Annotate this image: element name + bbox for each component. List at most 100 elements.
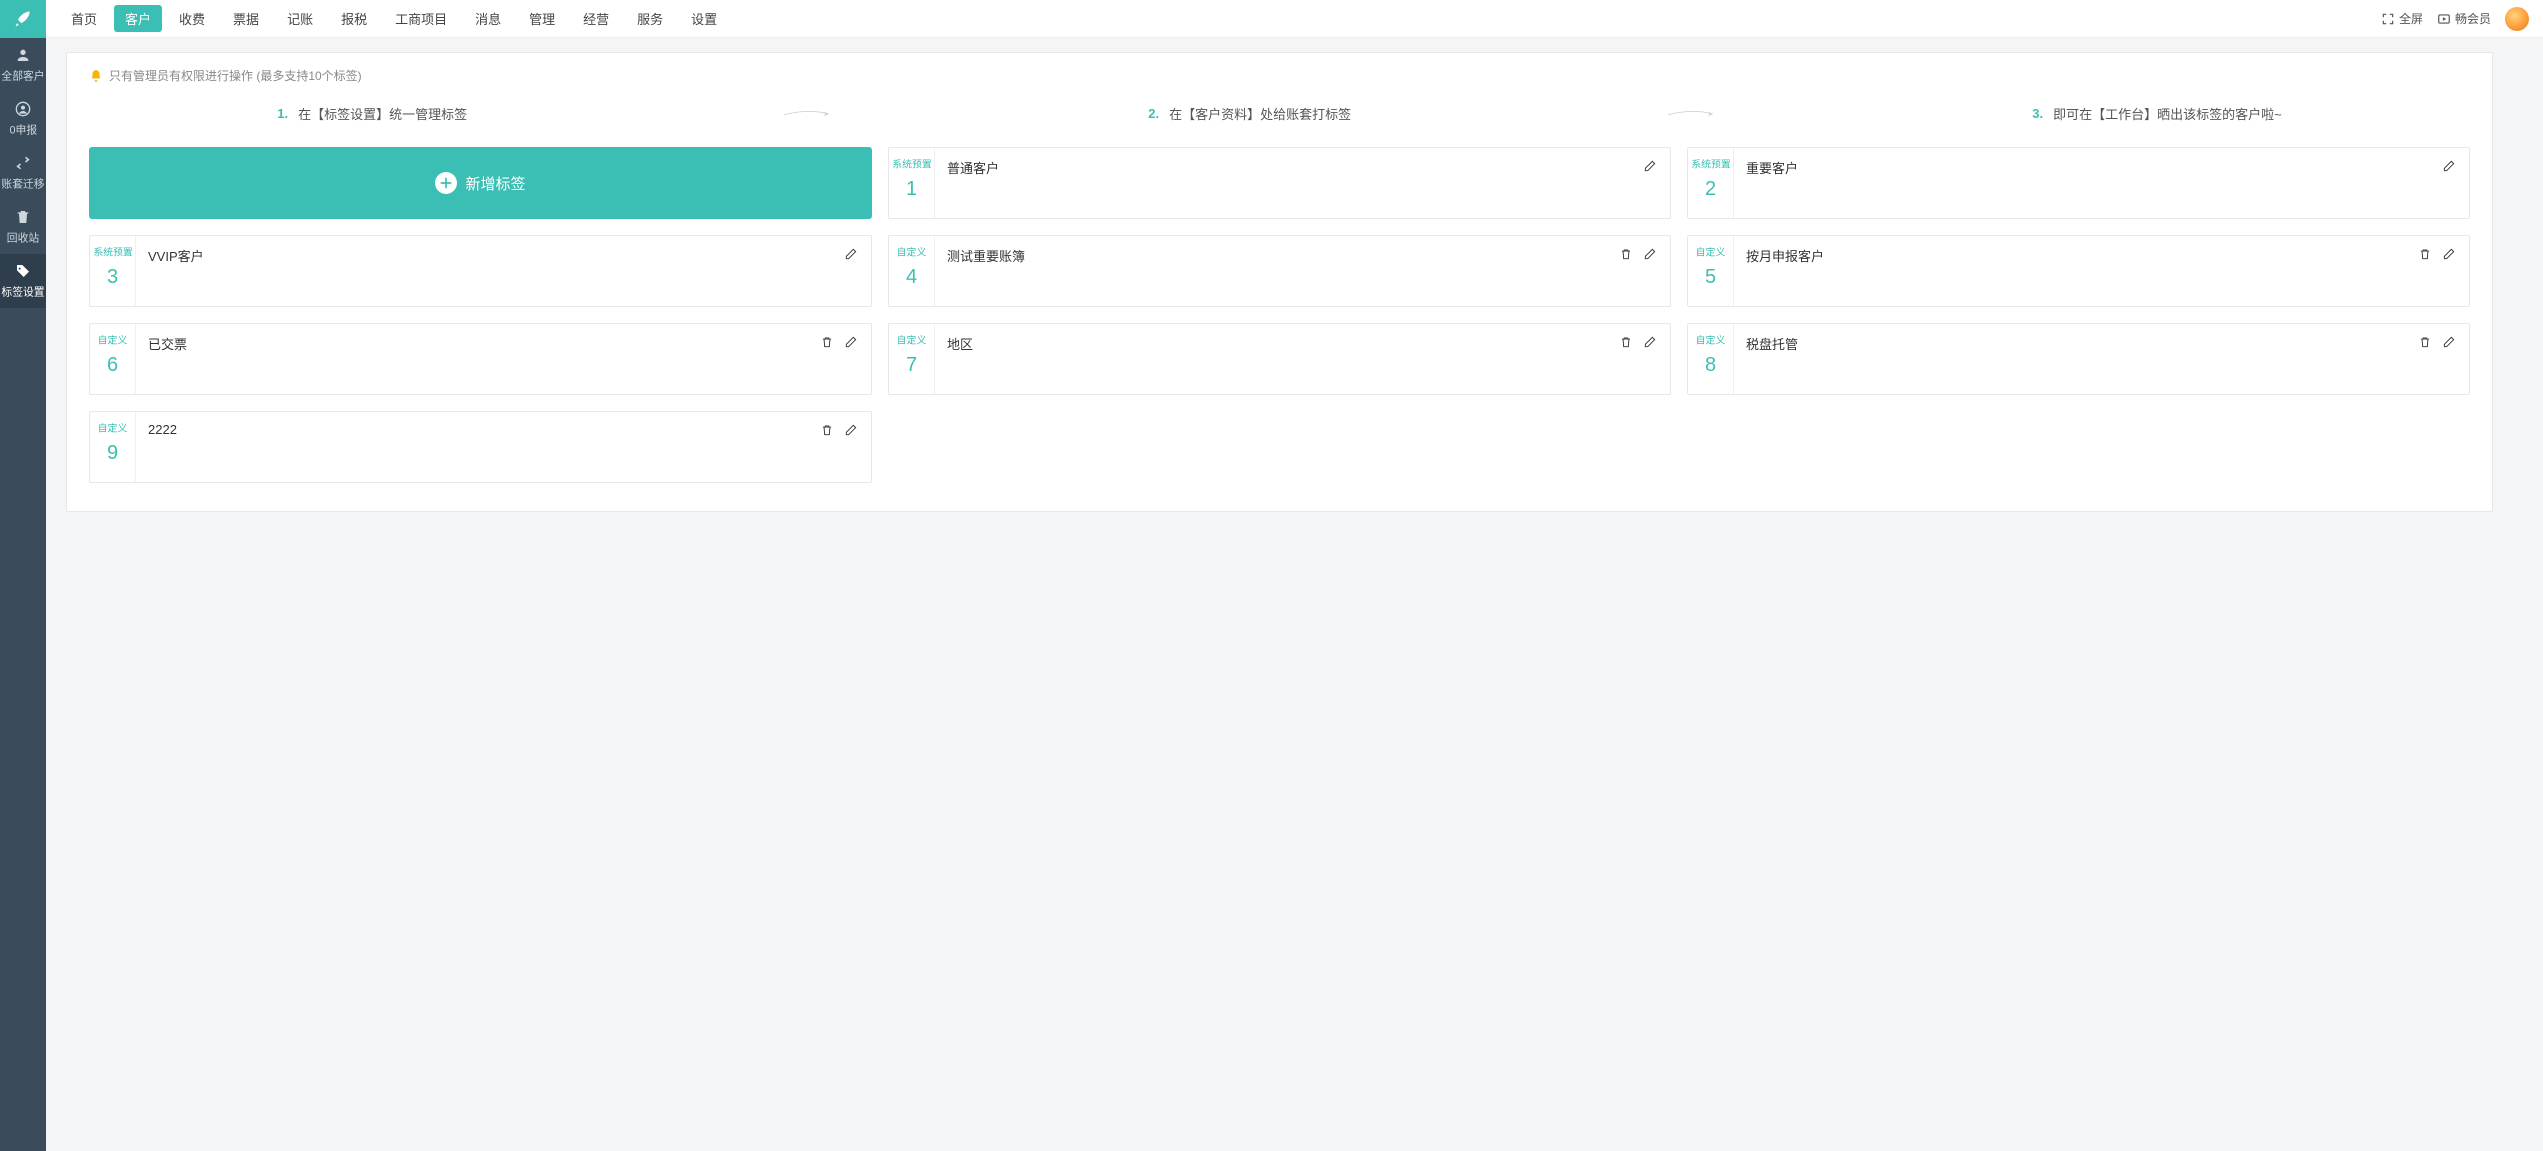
edit-tag-button[interactable] bbox=[1642, 334, 1658, 350]
topnav-item-3[interactable]: 票据 bbox=[222, 5, 270, 32]
step-2: 2. 在【客户资料】处给账套打标签 bbox=[1148, 104, 1351, 123]
edit-tag-button[interactable] bbox=[1642, 158, 1658, 174]
delete-tag-button[interactable] bbox=[819, 422, 835, 438]
tag-badge: 自定义6 bbox=[90, 324, 136, 394]
notice-text: 只有管理员有权限进行操作 (最多支持10个标签) bbox=[109, 67, 362, 84]
step-3-text: 即可在【工作台】晒出该标签的客户啦~ bbox=[2053, 104, 2282, 123]
tag-type-label: 自定义 bbox=[1696, 245, 1726, 259]
tag-name: 税盘托管 bbox=[1746, 334, 1798, 353]
sidebar-item-label: 回收站 bbox=[7, 230, 39, 245]
member-label: 畅会员 bbox=[2455, 10, 2491, 27]
topnav-item-10[interactable]: 服务 bbox=[626, 5, 674, 32]
tag-body: 测试重要账簿 bbox=[935, 236, 1670, 306]
tag-type-label: 自定义 bbox=[98, 421, 128, 435]
edit-icon bbox=[2442, 247, 2456, 261]
tag-badge: 自定义 8 bbox=[1688, 324, 1734, 394]
tag-card-7: 自定义 7 地区 bbox=[888, 323, 1671, 395]
sidebar-item-recycle-bin[interactable]: 回收站 bbox=[0, 200, 46, 254]
tag-card-1: 系统预置1普通客户 bbox=[888, 147, 1671, 219]
tag-card-3: 系统预置3VVIP客户 bbox=[89, 235, 872, 307]
tag-card-5: 自定义 5 按月申报客户 bbox=[1687, 235, 2470, 307]
feather-icon bbox=[13, 9, 33, 29]
tag-body: 地区 bbox=[935, 324, 1670, 394]
tag-number: 3 bbox=[107, 266, 118, 289]
topnav-item-5[interactable]: 报税 bbox=[330, 5, 378, 32]
step-1-text: 在【标签设置】统一管理标签 bbox=[298, 104, 467, 123]
sidebar-item-label: 账套迁移 bbox=[1, 176, 44, 191]
tag-card-9: 自定义 9 2222 bbox=[89, 411, 872, 483]
tag-type-label: 系统预置 bbox=[93, 245, 133, 259]
topnav-item-7[interactable]: 消息 bbox=[464, 5, 512, 32]
tag-name: 已交票 bbox=[148, 334, 187, 353]
step-2-num: 2. bbox=[1148, 106, 1159, 121]
tag-settings-panel: 只有管理员有权限进行操作 (最多支持10个标签) 1. 在【标签设置】统一管理标… bbox=[66, 52, 2493, 512]
trash-icon bbox=[14, 208, 32, 226]
edit-tag-button[interactable] bbox=[2441, 246, 2457, 262]
edit-tag-button[interactable] bbox=[2441, 158, 2457, 174]
delete-tag-button[interactable] bbox=[1618, 334, 1634, 350]
topnav-item-2[interactable]: 收费 bbox=[168, 5, 216, 32]
delete-tag-button[interactable] bbox=[1618, 246, 1634, 262]
edit-tag-button[interactable] bbox=[843, 246, 859, 262]
topnav-item-9[interactable]: 经营 bbox=[572, 5, 620, 32]
fullscreen-label: 全屏 bbox=[2399, 10, 2423, 27]
edit-icon bbox=[2442, 335, 2456, 349]
tag-number: 5 bbox=[1705, 266, 1716, 289]
tag-number: 9 bbox=[107, 442, 118, 465]
edit-tag-button[interactable] bbox=[843, 334, 859, 350]
edit-tag-button[interactable] bbox=[1642, 246, 1658, 262]
tag-type-label: 自定义 bbox=[1696, 333, 1726, 347]
topnav-item-11[interactable]: 设置 bbox=[680, 5, 728, 32]
tag-badge: 自定义 7 bbox=[889, 324, 935, 394]
edit-tag-button[interactable] bbox=[843, 422, 859, 438]
tag-number: 7 bbox=[906, 354, 917, 377]
sidebar-item-tag-settings[interactable]: 标签设置 bbox=[0, 254, 46, 308]
delete-icon bbox=[820, 423, 834, 437]
sidebar-item-account-migrate[interactable]: 账套迁移 bbox=[0, 146, 46, 200]
tag-body: 税盘托管 bbox=[1734, 324, 2469, 394]
add-tag-button[interactable]: 新增标签 bbox=[89, 147, 872, 219]
topnav-item-4[interactable]: 记账 bbox=[276, 5, 324, 32]
tag-badge: 自定义4 bbox=[889, 236, 935, 306]
sidebar-item-zero-declare[interactable]: 0申报 bbox=[0, 92, 46, 146]
delete-tag-button[interactable] bbox=[2417, 246, 2433, 262]
sidebar-item-all-customers[interactable]: 全部客户 bbox=[0, 38, 46, 92]
tag-number: 2 bbox=[1705, 178, 1716, 201]
avatar[interactable] bbox=[2505, 7, 2529, 31]
app-logo bbox=[0, 0, 46, 38]
tag-badge: 系统预置 2 bbox=[1688, 148, 1734, 218]
fullscreen-button[interactable]: 全屏 bbox=[2381, 10, 2423, 27]
play-icon bbox=[2437, 12, 2451, 26]
delete-tag-button[interactable] bbox=[819, 334, 835, 350]
tag-name: 2222 bbox=[148, 422, 177, 437]
step-guide: 1. 在【标签设置】统一管理标签 2. 在【客户资料】处给账套打标签 3. 即可… bbox=[89, 98, 2470, 129]
tag-name: 重要客户 bbox=[1746, 158, 1798, 177]
swap-icon bbox=[14, 154, 32, 172]
tag-badge: 自定义 5 bbox=[1688, 236, 1734, 306]
sidebar-item-label: 0申报 bbox=[9, 122, 37, 137]
notice-bar: 只有管理员有权限进行操作 (最多支持10个标签) bbox=[89, 67, 2470, 84]
topnav-item-1[interactable]: 客户 bbox=[114, 5, 162, 32]
topnav-item-8[interactable]: 管理 bbox=[518, 5, 566, 32]
tag-card-4: 自定义4测试重要账簿 bbox=[888, 235, 1671, 307]
member-button[interactable]: 畅会员 bbox=[2437, 10, 2491, 27]
step-3-num: 3. bbox=[2032, 106, 2043, 121]
plus-icon bbox=[435, 172, 457, 194]
topnav-item-6[interactable]: 工商项目 bbox=[384, 5, 458, 32]
tag-number: 1 bbox=[906, 178, 917, 201]
tag-number: 6 bbox=[107, 354, 118, 377]
tag-number: 8 bbox=[1705, 354, 1716, 377]
delete-tag-button[interactable] bbox=[2417, 334, 2433, 350]
topnav-item-0[interactable]: 首页 bbox=[60, 5, 108, 32]
tag-body: 已交票 bbox=[136, 324, 871, 394]
tag-body: 按月申报客户 bbox=[1734, 236, 2469, 306]
bell-icon bbox=[89, 69, 103, 83]
edit-tag-button[interactable] bbox=[2441, 334, 2457, 350]
tag-icon bbox=[14, 262, 32, 280]
tag-type-label: 系统预置 bbox=[1691, 157, 1731, 171]
sidebar-item-label: 标签设置 bbox=[1, 284, 44, 299]
delete-icon bbox=[2418, 247, 2432, 261]
user-circle-icon bbox=[14, 100, 32, 118]
tag-type-label: 自定义 bbox=[897, 245, 927, 259]
tag-type-label: 自定义 bbox=[897, 333, 927, 347]
